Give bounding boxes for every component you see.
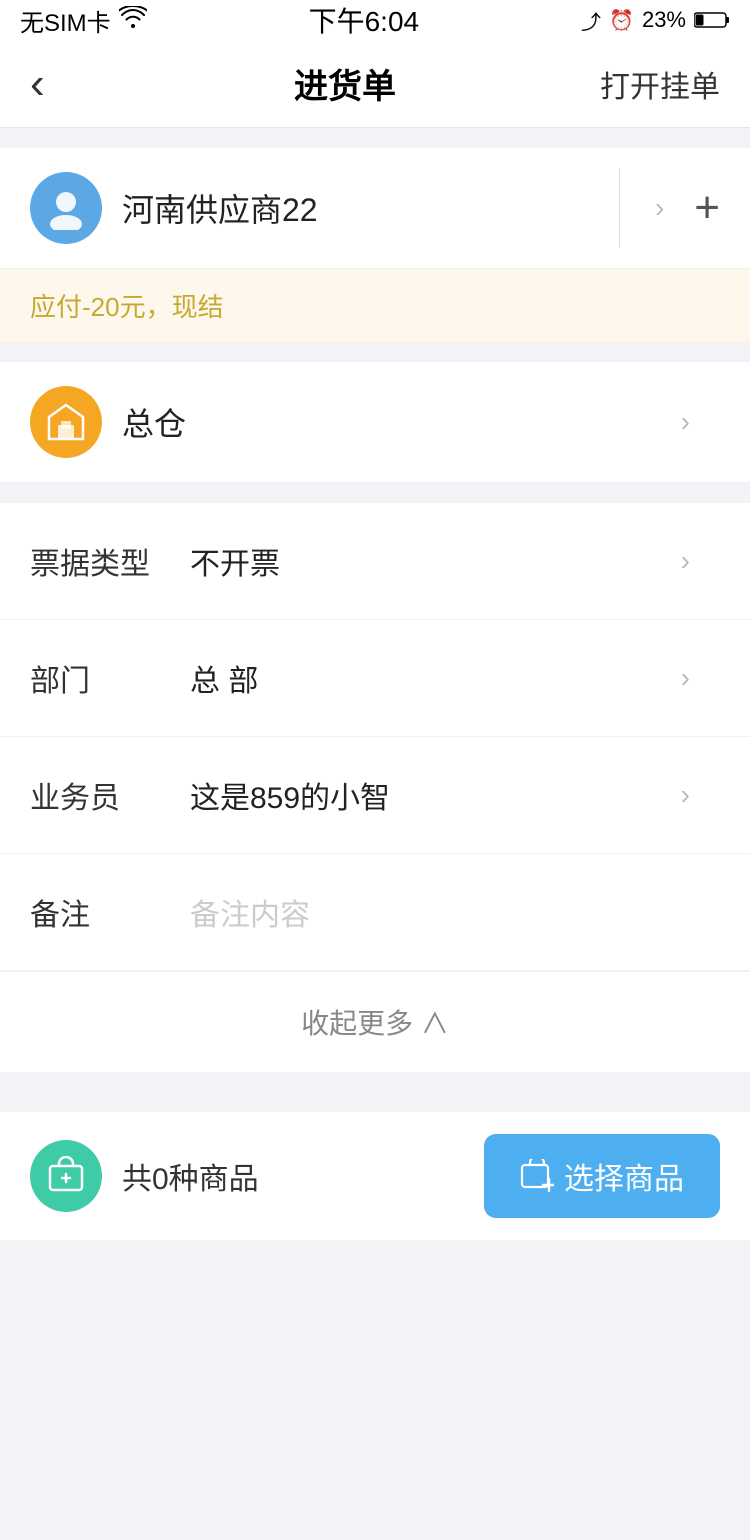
notice-bar: 应付-20元，现结 (0, 269, 750, 342)
page-bottom (0, 1240, 750, 1540)
section-gap-4 (0, 1072, 750, 1092)
note-input[interactable]: 备注内容 (170, 890, 720, 934)
supplier-section: 河南供应商22 › + 应付-20元，现结 (0, 148, 750, 342)
section-gap-1 (0, 128, 750, 148)
status-right: ⤴ ⏰ 23% (581, 6, 730, 35)
wifi-icon (119, 6, 147, 34)
nav-bar: ‹ 进货单 打开挂单 (0, 40, 750, 128)
department-row[interactable]: 部门 总 部 › (0, 620, 750, 737)
bill-type-chevron-icon: › (681, 545, 690, 577)
product-icon (30, 1140, 102, 1212)
add-supplier-button[interactable]: + (694, 186, 720, 230)
department-value: 总 部 (170, 656, 681, 700)
warehouse-chevron-icon: › (681, 406, 690, 438)
back-button[interactable]: ‹ (30, 59, 90, 109)
section-gap-2 (0, 342, 750, 362)
battery-text: 23% (642, 7, 686, 33)
note-label: 备注 (30, 890, 170, 934)
select-goods-button[interactable]: 选择商品 (484, 1134, 720, 1218)
department-chevron-icon: › (681, 662, 690, 694)
alarm-icon: ⏰ (609, 8, 634, 33)
bill-type-value: 不开票 (170, 539, 681, 583)
carrier-text: 无SIM卡 (20, 3, 111, 38)
supplier-row[interactable]: 河南供应商22 › + (0, 148, 750, 269)
salesperson-chevron-icon: › (681, 779, 690, 811)
page-title: 进货单 (294, 59, 396, 108)
bill-type-label: 票据类型 (30, 539, 170, 583)
status-left: 无SIM卡 (20, 3, 147, 38)
notice-text: 应付-20元，现结 (30, 292, 224, 322)
salesperson-label: 业务员 (30, 773, 170, 817)
warehouse-icon (30, 386, 102, 458)
form-section: 票据类型 不开票 › 部门 总 部 › 业务员 这是859的小智 › 备注 备注… (0, 503, 750, 1072)
supplier-divider (619, 168, 620, 248)
open-pending-button[interactable]: 打开挂单 (600, 62, 720, 106)
status-bar: 无SIM卡 下午6:04 ⤴ ⏰ 23% (0, 0, 750, 40)
product-bar: 共0种商品 选择商品 (0, 1112, 750, 1240)
section-gap-3 (0, 483, 750, 503)
collapse-bar[interactable]: 收起更多 ∧ (0, 971, 750, 1072)
collapse-text: 收起更多 ∧ (301, 1002, 449, 1042)
bill-type-row[interactable]: 票据类型 不开票 › (0, 503, 750, 620)
select-goods-label: 选择商品 (564, 1154, 684, 1198)
salesperson-value: 这是859的小智 (170, 773, 681, 817)
product-count: 共0种商品 (122, 1154, 484, 1198)
supplier-chevron-icon: › (655, 192, 664, 224)
battery-icon (694, 11, 730, 29)
supplier-avatar (30, 172, 102, 244)
warehouse-row[interactable]: 总仓 › (0, 362, 750, 483)
warehouse-section: 总仓 › (0, 362, 750, 483)
department-label: 部门 (30, 656, 170, 700)
warehouse-name: 总仓 (122, 399, 681, 445)
salesperson-row[interactable]: 业务员 这是859的小智 › (0, 737, 750, 854)
supplier-name: 河南供应商22 (122, 185, 655, 231)
location-icon: ⤴ (581, 6, 601, 35)
status-time: 下午6:04 (309, 0, 420, 40)
note-row[interactable]: 备注 备注内容 (0, 854, 750, 971)
